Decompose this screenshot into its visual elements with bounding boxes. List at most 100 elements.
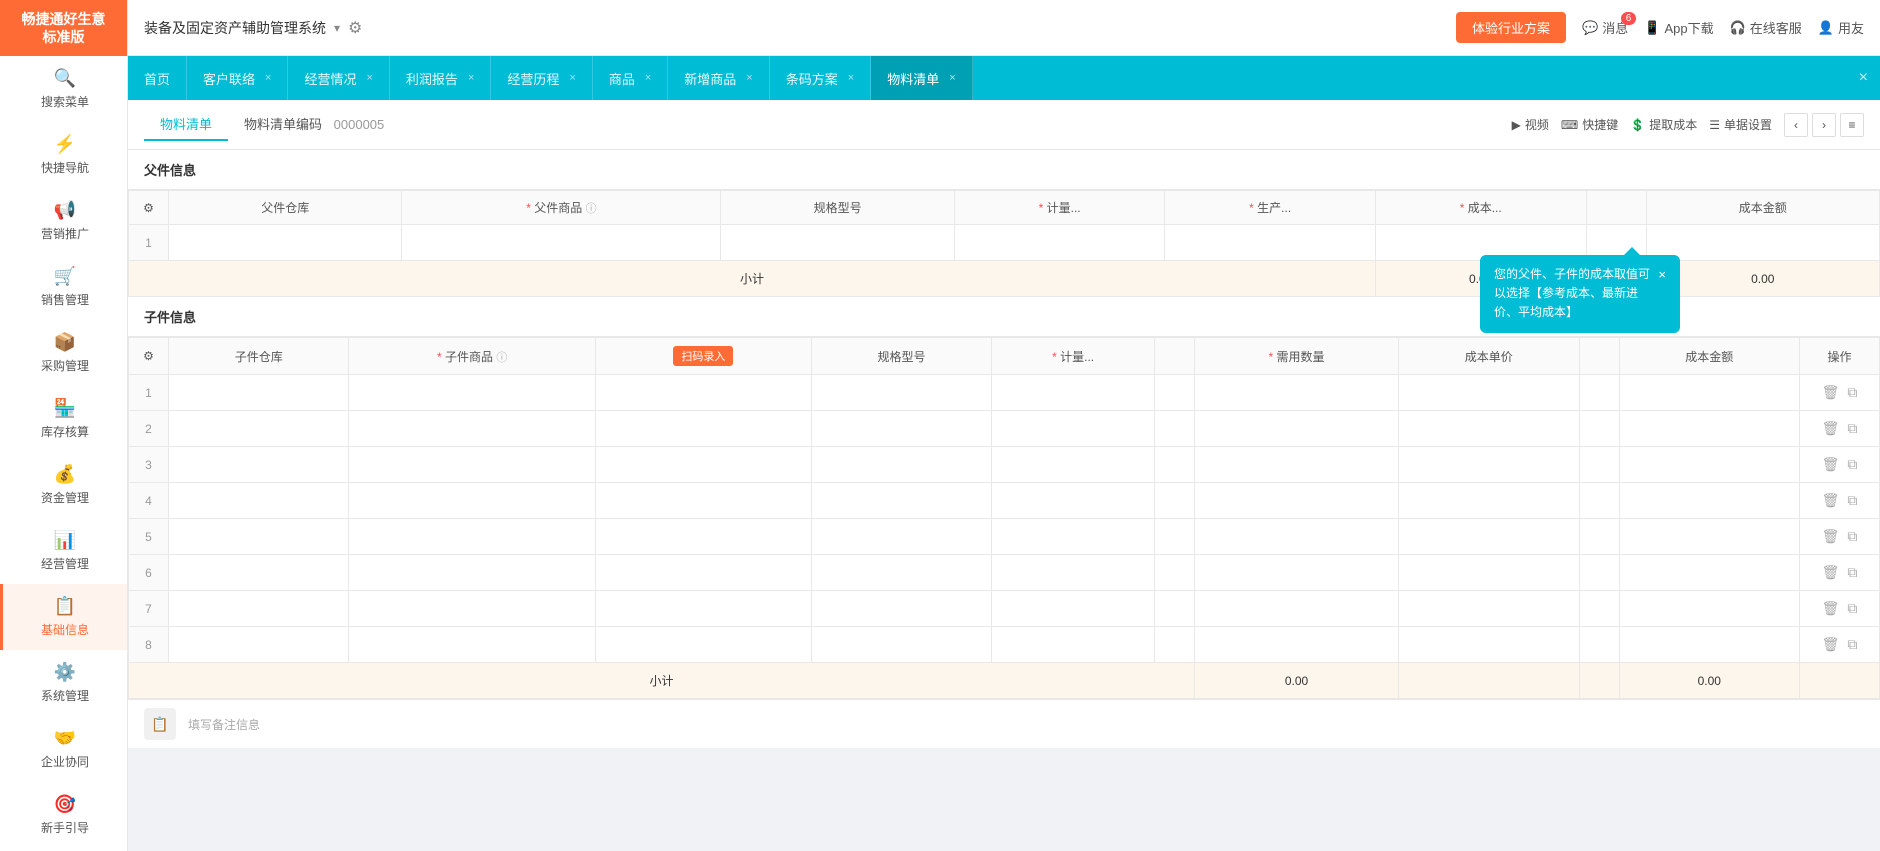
child-unit-cost-cell-4[interactable]	[1399, 519, 1579, 555]
delete-icon-6[interactable]: 🗑	[1822, 600, 1840, 617]
delete-icon-7[interactable]: 🗑	[1822, 636, 1840, 653]
prev-arrow[interactable]: ‹	[1784, 113, 1808, 137]
child-warehouse-cell-3[interactable]	[169, 483, 349, 519]
parent-unit-cell[interactable]	[954, 225, 1165, 261]
settings-button[interactable]: ☰ 单据设置	[1709, 116, 1772, 133]
child-quantity-cell-7[interactable]	[1194, 627, 1398, 663]
child-quantity-cell-0[interactable]	[1194, 375, 1398, 411]
sidebar-item-marketing[interactable]: 📢 营销推广	[0, 188, 127, 254]
delete-icon-2[interactable]: 🗑	[1822, 456, 1840, 473]
shortcut-button[interactable]: ⌨ 快捷键	[1561, 116, 1618, 133]
child-cost-amount-cell-6[interactable]	[1619, 591, 1799, 627]
parent-production-cell[interactable]	[1165, 225, 1376, 261]
child-goods-cell-2[interactable]	[349, 447, 596, 483]
tab-goods[interactable]: 商品 ×	[593, 56, 668, 100]
copy-icon-1[interactable]: ⧉	[1847, 420, 1857, 437]
tab-close-barcode[interactable]: ×	[848, 72, 854, 84]
tab-profit-report[interactable]: 利润报告 ×	[390, 56, 491, 100]
menu-arrow[interactable]: ≡	[1840, 113, 1864, 137]
child-spec-cell-3[interactable]	[811, 483, 991, 519]
tab-barcode[interactable]: 条码方案 ×	[770, 56, 871, 100]
child-spec-cell-0[interactable]	[811, 375, 991, 411]
child-unit-cell-3[interactable]	[992, 483, 1155, 519]
parent-warehouse-cell[interactable]	[169, 225, 402, 261]
copy-icon-5[interactable]: ⧉	[1847, 564, 1857, 581]
sidebar-item-operations[interactable]: 📊 经营管理	[0, 518, 127, 584]
delete-icon-3[interactable]: 🗑	[1822, 492, 1840, 509]
copy-icon-7[interactable]: ⧉	[1847, 636, 1857, 653]
child-goods-cell-6[interactable]	[349, 591, 596, 627]
sidebar-item-system[interactable]: ⚙️ 系统管理	[0, 650, 127, 716]
next-arrow[interactable]: ›	[1812, 113, 1836, 137]
child-spec-cell-5[interactable]	[811, 555, 991, 591]
scan-button[interactable]: 扫码录入	[673, 346, 733, 366]
child-spec-cell-6[interactable]	[811, 591, 991, 627]
tab-close-customers[interactable]: ×	[265, 72, 271, 84]
delete-icon-0[interactable]: 🗑	[1822, 384, 1840, 401]
child-quantity-cell-1[interactable]	[1194, 411, 1398, 447]
child-unit-cost-cell-5[interactable]	[1399, 555, 1579, 591]
child-goods-cell-5[interactable]	[349, 555, 596, 591]
child-unit-cost-cell-3[interactable]	[1399, 483, 1579, 519]
child-cost-amount-cell-4[interactable]	[1619, 519, 1799, 555]
tab-operations-status[interactable]: 经营情况 ×	[288, 56, 389, 100]
child-unit-cell-6[interactable]	[992, 591, 1155, 627]
online-service-button[interactable]: 🎧 在线客服	[1730, 18, 1802, 37]
tab-close-bom[interactable]: ×	[949, 72, 955, 84]
sidebar-item-search[interactable]: 🔍 搜索菜单	[0, 56, 127, 122]
sidebar-item-guide[interactable]: 🎯 新手引导	[0, 782, 127, 848]
child-cost-amount-cell-7[interactable]	[1619, 627, 1799, 663]
child-warehouse-cell-5[interactable]	[169, 555, 349, 591]
child-cost-amount-cell-2[interactable]	[1619, 447, 1799, 483]
settings-gear-icon[interactable]: ⚙	[348, 18, 362, 38]
message-button[interactable]: 💬 消息 6	[1582, 18, 1628, 37]
child-warehouse-cell-4[interactable]	[169, 519, 349, 555]
sidebar-item-finance[interactable]: 💰 资金管理	[0, 452, 127, 518]
child-unit-cell-0[interactable]	[992, 375, 1155, 411]
child-spec-cell-1[interactable]	[811, 411, 991, 447]
trial-button[interactable]: 体验行业方案	[1456, 12, 1566, 43]
child-quantity-cell-4[interactable]	[1194, 519, 1398, 555]
child-spec-cell-7[interactable]	[811, 627, 991, 663]
delete-icon-4[interactable]: 🗑	[1822, 528, 1840, 545]
child-goods-cell-7[interactable]	[349, 627, 596, 663]
child-unit-cost-cell-7[interactable]	[1399, 627, 1579, 663]
tab-close-goods[interactable]: ×	[645, 72, 651, 84]
sidebar-item-purchase[interactable]: 📦 采购管理	[0, 320, 127, 386]
tab-home[interactable]: 首页	[128, 56, 187, 100]
child-unit-cost-cell-2[interactable]	[1399, 447, 1579, 483]
sidebar-item-basic-info[interactable]: 📋 基础信息	[0, 584, 127, 650]
delete-icon-5[interactable]: 🗑	[1822, 564, 1840, 581]
child-quantity-cell-5[interactable]	[1194, 555, 1398, 591]
child-goods-cell-3[interactable]	[349, 483, 596, 519]
chevron-down-icon[interactable]: ▾	[334, 21, 340, 35]
sidebar-item-cooperation[interactable]: 🤝 企业协同	[0, 716, 127, 782]
child-unit-cell-2[interactable]	[992, 447, 1155, 483]
child-warehouse-cell-7[interactable]	[169, 627, 349, 663]
app-download-button[interactable]: 📱 App下载	[1644, 18, 1713, 37]
child-unit-cost-cell-6[interactable]	[1399, 591, 1579, 627]
copy-icon-2[interactable]: ⧉	[1847, 456, 1857, 473]
child-warehouse-cell-2[interactable]	[169, 447, 349, 483]
child-unit-cost-cell-1[interactable]	[1399, 411, 1579, 447]
close-all-tabs[interactable]: ×	[1847, 56, 1880, 100]
child-warehouse-cell-0[interactable]	[169, 375, 349, 411]
tab-new-goods[interactable]: 新增商品 ×	[668, 56, 769, 100]
parent-goods-cell[interactable]	[402, 225, 721, 261]
child-goods-cell-4[interactable]	[349, 519, 596, 555]
delete-icon-1[interactable]: 🗑	[1822, 420, 1840, 437]
child-unit-cell-4[interactable]	[992, 519, 1155, 555]
sub-nav-bom-code[interactable]: 物料清单编码 0000005	[228, 108, 400, 141]
child-cost-amount-cell-5[interactable]	[1619, 555, 1799, 591]
tab-customers[interactable]: 客户联络 ×	[187, 56, 288, 100]
child-warehouse-cell-6[interactable]	[169, 591, 349, 627]
child-spec-cell-2[interactable]	[811, 447, 991, 483]
child-unit-cell-7[interactable]	[992, 627, 1155, 663]
sub-nav-bom-list[interactable]: 物料清单	[144, 108, 228, 141]
sidebar-item-sales[interactable]: 🛒 销售管理	[0, 254, 127, 320]
cost-button[interactable]: 💲 提取成本	[1630, 116, 1697, 133]
video-button[interactable]: ▶ 视频	[1512, 116, 1549, 133]
child-cost-amount-cell-0[interactable]	[1619, 375, 1799, 411]
tab-close-new-goods[interactable]: ×	[746, 72, 752, 84]
child-goods-cell-1[interactable]	[349, 411, 596, 447]
